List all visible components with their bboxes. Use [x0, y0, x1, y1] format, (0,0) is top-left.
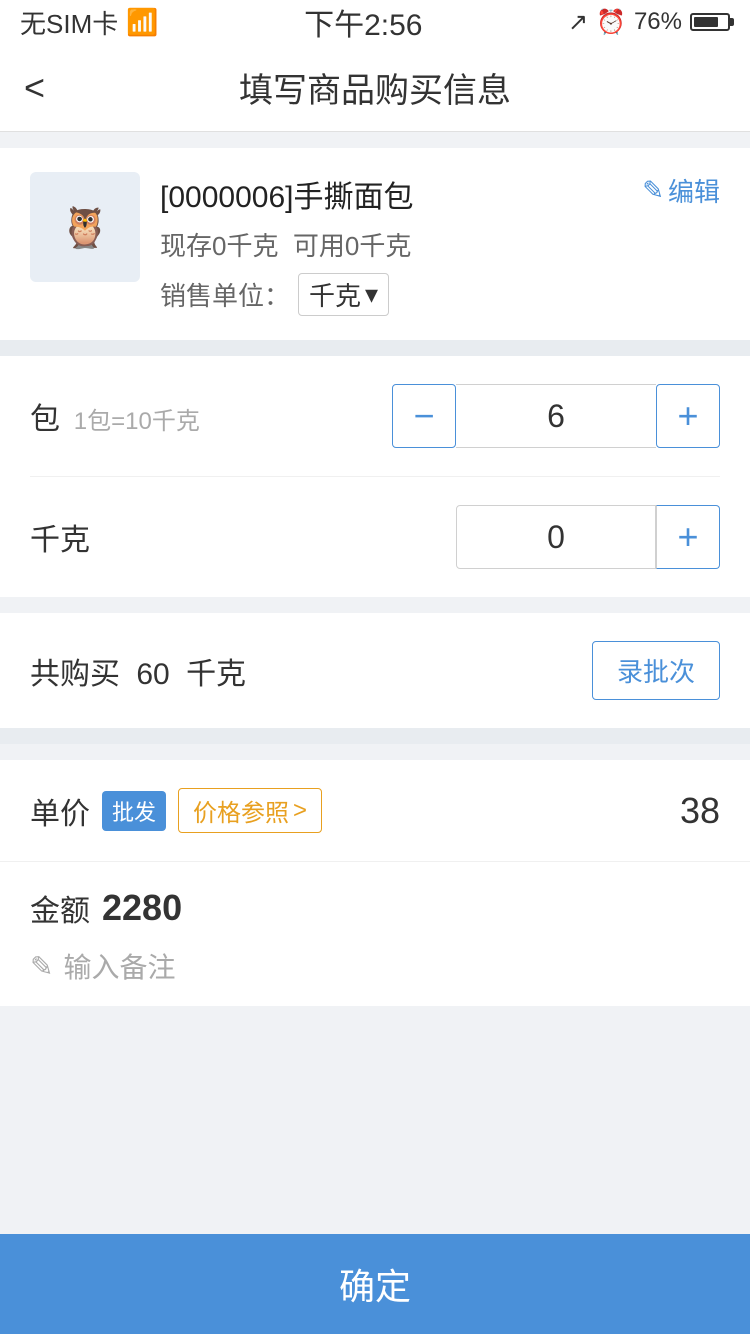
kg-input-row: 千克 +: [30, 477, 720, 597]
nav-bar: < 填写商品购买信息: [0, 44, 750, 132]
kg-label: 千克: [30, 515, 90, 559]
unit-selector[interactable]: 千克 ▾: [298, 273, 389, 316]
input-section: 包 1包=10千克 − + 千克 +: [0, 356, 750, 597]
bao-label: 包 1包=10千克: [30, 394, 200, 438]
wifi-icon: 📶: [126, 7, 158, 38]
kg-input[interactable]: [456, 505, 656, 569]
product-card: 🦉 [0000006]手撕面包 ✎ 编辑 现存0千克 可用0千克 销售单位： 千…: [0, 148, 750, 340]
bottom-spacer: [0, 1006, 750, 1126]
product-stock: 现存0千克 可用0千克: [160, 226, 720, 263]
carrier-label: 无SIM卡: [20, 4, 118, 41]
divider-1: [0, 340, 750, 356]
price-row: 单价 批发 价格参照 > 38: [30, 788, 720, 833]
chevron-down-icon: ▾: [365, 279, 378, 310]
status-right: ↗ ⏰ 76%: [568, 8, 730, 37]
page-title: 填写商品购买信息: [239, 63, 511, 112]
divider-2: [0, 728, 750, 744]
price-tag: 批发: [102, 791, 166, 831]
confirm-button[interactable]: 确定: [0, 1234, 750, 1334]
battery-percent: 76%: [634, 8, 682, 36]
remark-placeholder: 输入备注: [63, 946, 175, 986]
status-bar: 无SIM卡 📶 下午2:56 ↗ ⏰ 76%: [0, 0, 750, 44]
price-section: 单价 批发 价格参照 > 38: [0, 760, 750, 861]
total-section: 共购买 60 千克 录批次: [0, 613, 750, 728]
product-logo-icon: 🦉: [60, 204, 110, 251]
kg-stepper: +: [456, 505, 720, 569]
product-name: [0000006]手撕面包: [160, 172, 413, 216]
location-icon: ↗: [568, 8, 588, 37]
pencil-icon: ✎: [30, 950, 53, 983]
price-value: 38: [680, 790, 720, 832]
status-left: 无SIM卡 📶: [20, 4, 159, 41]
kg-increase-button[interactable]: +: [656, 505, 720, 569]
edit-button[interactable]: ✎ 编辑: [642, 172, 720, 209]
amount-row: 金额 2280: [30, 886, 720, 930]
time-label: 下午2:56: [304, 0, 422, 44]
amount-value: 2280: [102, 887, 182, 929]
bao-decrease-button[interactable]: −: [392, 384, 456, 448]
alarm-icon: ⏰: [596, 8, 626, 37]
bao-input-row: 包 1包=10千克 − +: [30, 356, 720, 477]
bao-increase-button[interactable]: +: [656, 384, 720, 448]
amount-label: 金额: [30, 886, 90, 930]
remark-row[interactable]: ✎ 输入备注: [30, 946, 720, 986]
bao-input[interactable]: [456, 384, 656, 448]
bao-stepper: − +: [392, 384, 720, 448]
total-text: 共购买 60 千克: [30, 649, 246, 693]
chevron-right-icon: >: [293, 797, 307, 825]
back-button[interactable]: <: [24, 67, 45, 109]
price-label: 单价: [30, 789, 90, 833]
battery-icon: [690, 13, 730, 31]
product-info: [0000006]手撕面包 ✎ 编辑 现存0千克 可用0千克 销售单位： 千克 …: [160, 172, 720, 316]
price-reference-button[interactable]: 价格参照 >: [178, 788, 322, 833]
amount-section: 金额 2280 ✎ 输入备注: [0, 861, 750, 1006]
edit-icon: ✎: [642, 175, 664, 206]
batch-button[interactable]: 录批次: [592, 641, 720, 700]
product-thumbnail: 🦉: [30, 172, 140, 282]
product-unit-row: 销售单位： 千克 ▾: [160, 273, 720, 316]
